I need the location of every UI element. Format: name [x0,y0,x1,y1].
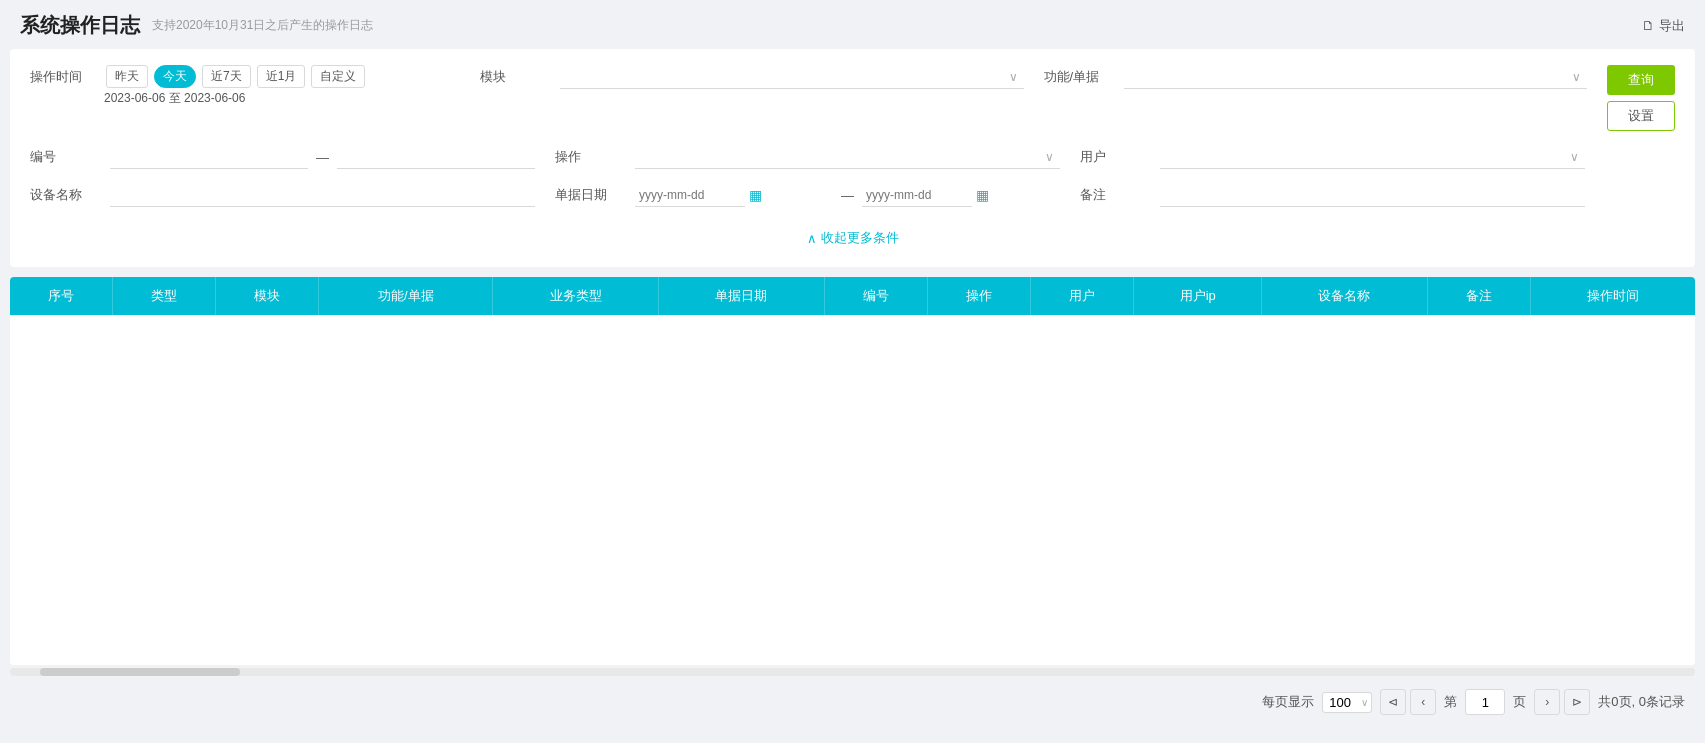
page-size-wrapper: 100 50 200 ∨ [1322,692,1372,713]
page-size-select[interactable]: 100 50 200 [1322,692,1372,713]
filter-panel: 操作时间 昨天 今天 近7天 近1月 自定义 2023-06-06 至 2023… [10,49,1695,267]
date-range-display: 2023-06-06 至 2023-06-06 [102,90,460,107]
number-dash: — [308,150,337,165]
col-device: 设备名称 [1261,277,1427,315]
time-btn-yesterday[interactable]: 昨天 [106,65,148,88]
voucher-date-filter: 单据日期 ▦ — ▦ [555,184,1060,207]
operation-filter: 操作 ∨ [555,145,1060,169]
user-select[interactable] [1160,145,1585,169]
voucher-date-label: 单据日期 [555,186,635,204]
query-button[interactable]: 查询 [1607,65,1675,95]
number-filter: 编号 — [30,145,535,169]
date-to-input[interactable] [862,184,972,207]
page-header: 系统操作日志 支持2020年10月31日之后产生的操作日志 🗋 导出 [0,0,1705,39]
col-function: 功能/单据 [319,277,493,315]
number-label: 编号 [30,148,110,166]
export-icon: 🗋 [1642,18,1655,33]
export-button[interactable]: 🗋 导出 [1642,17,1685,35]
time-btn-custom[interactable]: 自定义 [311,65,365,88]
date-dash: — [833,188,862,203]
number-to-input[interactable] [337,145,535,169]
col-type: 类型 [112,277,215,315]
remark-label: 备注 [1080,186,1160,204]
module-label: 模块 [480,68,560,86]
filter-row-3: 设备名称 单据日期 ▦ — ▦ 备注 [30,183,1675,207]
page-unit: 页 [1513,693,1526,711]
time-btn-today[interactable]: 今天 [154,65,196,88]
calendar-to-icon[interactable]: ▦ [976,187,989,203]
date-from-input[interactable] [635,184,745,207]
function-filter: 功能/单据 ∨ [1044,65,1588,89]
date-to-group: ▦ [862,184,1060,207]
time-quick-row: 操作时间 昨天 今天 近7天 近1月 自定义 [30,65,460,88]
calendar-from-icon[interactable]: ▦ [749,187,762,203]
scrollbar-thumb[interactable] [40,668,240,676]
collapse-button[interactable]: ∧ 收起更多条件 [807,229,899,247]
total-text: 共0页, 0条记录 [1598,693,1685,711]
page-title: 系统操作日志 [20,12,140,39]
per-page-label: 每页显示 [1262,693,1314,711]
user-label: 用户 [1080,148,1160,166]
page-prev-button[interactable]: ‹ [1410,689,1436,715]
operation-label: 操作 [555,148,635,166]
export-label: 导出 [1659,17,1685,35]
col-user-ip: 用户ip [1134,277,1262,315]
col-op-time: 操作时间 [1530,277,1695,315]
collapse-icon: ∧ [807,231,817,246]
setting-button[interactable]: 设置 [1607,101,1675,131]
number-from-input[interactable] [110,145,308,169]
col-module: 模块 [215,277,318,315]
module-filter: 模块 ∨ [480,65,1024,89]
device-input[interactable] [110,183,535,207]
col-remark: 备注 [1427,277,1530,315]
function-label: 功能/单据 [1044,68,1124,86]
date-range-text: 2023-06-06 至 2023-06-06 [104,91,245,105]
data-table: 序号 类型 模块 功能/单据 业务类型 单据日期 编号 操作 用户 用户ip 设… [10,277,1695,315]
function-select-wrapper: ∨ [1124,65,1588,89]
col-operation: 操作 [927,277,1030,315]
time-filter-group: 操作时间 昨天 今天 近7天 近1月 自定义 2023-06-06 至 2023… [30,65,460,107]
module-select-wrapper: ∨ [560,65,1024,89]
device-filter: 设备名称 [30,183,535,207]
page-container: 系统操作日志 支持2020年10月31日之后产生的操作日志 🗋 导出 操作时间 … [0,0,1705,743]
filter-row-2: 编号 — 操作 ∨ 用户 [30,145,1675,169]
time-label: 操作时间 [30,68,100,86]
pagination-bar: 每页显示 100 50 200 ∨ ⊲ ‹ 第 页 › ⊳ 共0页, 0条记录 [0,679,1705,725]
scrollbar-area [10,665,1695,679]
empty-area [10,315,1695,665]
page-label: 第 [1444,693,1457,711]
user-filter: 用户 ∨ [1080,145,1585,169]
page-first-button[interactable]: ⊲ [1380,689,1406,715]
function-select[interactable] [1124,65,1588,89]
collapse-label: 收起更多条件 [821,229,899,247]
date-from-group: ▦ [635,184,833,207]
module-select[interactable] [560,65,1024,89]
col-user: 用户 [1031,277,1134,315]
remark-filter: 备注 [1080,183,1585,207]
col-seq: 序号 [10,277,112,315]
action-buttons: 查询 设置 [1607,65,1675,131]
time-btn-1month[interactable]: 近1月 [257,65,306,88]
time-btn-7days[interactable]: 近7天 [202,65,251,88]
operation-select[interactable] [635,145,1060,169]
page-next-button[interactable]: › [1534,689,1560,715]
scrollbar-track[interactable] [10,668,1695,676]
pagination-nav: ⊲ ‹ 第 页 › ⊳ [1380,689,1590,715]
table-header-row: 序号 类型 模块 功能/单据 业务类型 单据日期 编号 操作 用户 用户ip 设… [10,277,1695,315]
page-title-group: 系统操作日志 支持2020年10月31日之后产生的操作日志 [20,12,373,39]
remark-input[interactable] [1160,183,1585,207]
col-voucher-date: 单据日期 [659,277,825,315]
table-container: 序号 类型 模块 功能/单据 业务类型 单据日期 编号 操作 用户 用户ip 设… [10,277,1695,665]
collapse-btn-row: ∧ 收起更多条件 [30,221,1675,251]
table-head: 序号 类型 模块 功能/单据 业务类型 单据日期 编号 操作 用户 用户ip 设… [10,277,1695,315]
col-biz-type: 业务类型 [493,277,659,315]
user-select-wrapper: ∨ [1160,145,1585,169]
page-subtitle: 支持2020年10月31日之后产生的操作日志 [152,17,373,34]
col-number: 编号 [824,277,927,315]
operation-select-wrapper: ∨ [635,145,1060,169]
filter-row-1: 操作时间 昨天 今天 近7天 近1月 自定义 2023-06-06 至 2023… [30,65,1675,131]
page-input[interactable] [1465,689,1505,715]
page-last-button[interactable]: ⊳ [1564,689,1590,715]
device-label: 设备名称 [30,186,110,204]
